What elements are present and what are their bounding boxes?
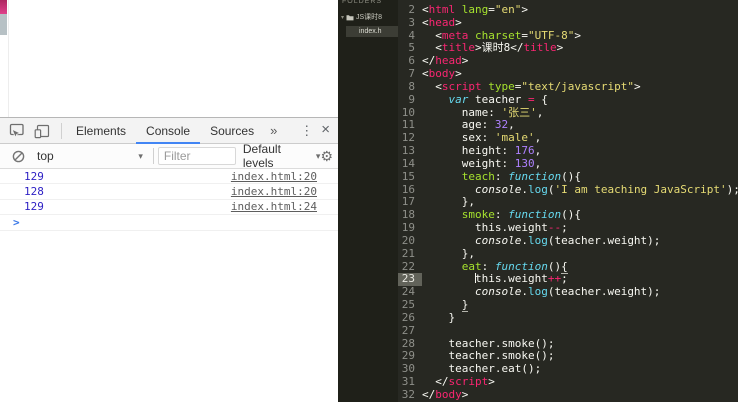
page-divider-line [8, 0, 9, 118]
message-source-link[interactable]: index.html:20 [231, 170, 317, 183]
folder-tree-item[interactable]: ▾ JS课时8 [341, 12, 398, 22]
code-line: 20 console.log(teacher.weight); [398, 233, 738, 248]
page-element-gray [0, 14, 7, 35]
disclosure-triangle-icon: ▾ [341, 14, 345, 21]
editor-code[interactable]: 2 <html lang="en"> 3 <head> 4 <meta charset=… [398, 0, 738, 402]
console-message-row: 129 index.html:24 [0, 200, 338, 215]
line-number: 3 [408, 15, 415, 29]
webpage-viewport [0, 0, 338, 118]
sidebar-header: FOLDERS [342, 0, 383, 5]
chevron-down-icon: ▾ [138, 150, 143, 161]
line-number: 32 [401, 387, 415, 401]
context-label: top [37, 149, 54, 163]
code-line: 9 var teacher = { [398, 92, 738, 107]
line-number: 25 [401, 298, 415, 312]
filter-input[interactable] [157, 147, 236, 165]
devtools-tabbar: Elements Console Sources » ⋮ × [0, 118, 338, 144]
console-toolbar: top ▾ Default levels ▾ ⚙ [0, 142, 338, 170]
line-number: 15 [401, 169, 415, 183]
file-tree-item[interactable]: index.h [346, 26, 398, 37]
line-number: 2 [408, 3, 415, 16]
console-message-row: 129 index.html:20 [0, 169, 338, 185]
more-tabs-button[interactable]: » [264, 123, 283, 138]
line-number: 31 [401, 375, 415, 389]
line-number: 26 [401, 310, 415, 324]
page-element-pink [0, 0, 7, 14]
log-levels-dropdown[interactable]: Default levels ▾ [243, 142, 321, 170]
line-number: 19 [401, 221, 415, 235]
line-number: 8 [408, 79, 415, 93]
screen: Elements Console Sources » ⋮ × top ▾ Fil… [0, 0, 738, 402]
editor-pane: FOLDERS ▾ JS课时8 index.h 2 <html lang="en"… [338, 0, 738, 402]
devtools-panel: Elements Console Sources » ⋮ × top ▾ Fil… [0, 117, 338, 402]
code-line: 13 height: 176, [398, 144, 738, 158]
message-value: 129 [24, 200, 44, 214]
code-line: 21 }, [398, 246, 738, 261]
line-number: 13 [401, 144, 415, 158]
code-line: 32 </body> [398, 387, 738, 402]
close-icon[interactable]: × [319, 122, 338, 139]
tab-console[interactable]: Console [136, 118, 201, 144]
tab-elements[interactable]: Elements [66, 118, 136, 144]
prompt-chevron-icon: > [13, 215, 20, 229]
folder-icon [346, 14, 354, 20]
gear-icon[interactable]: ⚙ [320, 148, 333, 165]
message-value: 128 [24, 184, 44, 198]
tabbar-separator [61, 122, 62, 139]
device-toolbar-icon[interactable] [33, 122, 51, 140]
kebab-menu-icon[interactable]: ⋮ [294, 123, 319, 139]
devtools-tabs: Elements Console Sources [66, 118, 264, 144]
message-source-link[interactable]: index.html:20 [231, 185, 317, 198]
tab-sources[interactable]: Sources [200, 118, 264, 144]
line-number: 14 [401, 156, 415, 170]
line-number: 20 [401, 233, 415, 247]
line-number: 9 [408, 92, 415, 106]
console-message-row: 128 index.html:20 [0, 184, 338, 200]
inspect-element-icon[interactable] [8, 122, 26, 140]
code-line-content[interactable]: </body> [422, 388, 468, 402]
toolbar-separator [152, 148, 154, 164]
console-messages: 129 index.html:20 128 index.html:20 129 index… [0, 169, 338, 215]
message-value: 129 [24, 169, 44, 183]
line-number: 21 [401, 246, 415, 260]
code-line-content[interactable]: console.log(teacher.weight); [422, 234, 660, 248]
code-line-content[interactable]: } [422, 298, 469, 313]
context-selector[interactable]: top ▾ [37, 149, 143, 163]
clear-console-icon[interactable] [12, 150, 25, 163]
code-line-content[interactable]: } [422, 311, 456, 325]
message-source-link[interactable]: index.html:24 [231, 200, 317, 213]
editor-sidebar: FOLDERS ▾ JS课时8 index.h [338, 0, 398, 402]
browser-pane: Elements Console Sources » ⋮ × top ▾ Fil… [0, 0, 338, 402]
console-prompt[interactable]: > [0, 215, 338, 231]
line-number: 27 [401, 323, 415, 337]
levels-label: Default levels [242, 142, 281, 170]
code-line: 26 } [398, 310, 738, 325]
folder-name: JS课时8 [356, 14, 383, 21]
